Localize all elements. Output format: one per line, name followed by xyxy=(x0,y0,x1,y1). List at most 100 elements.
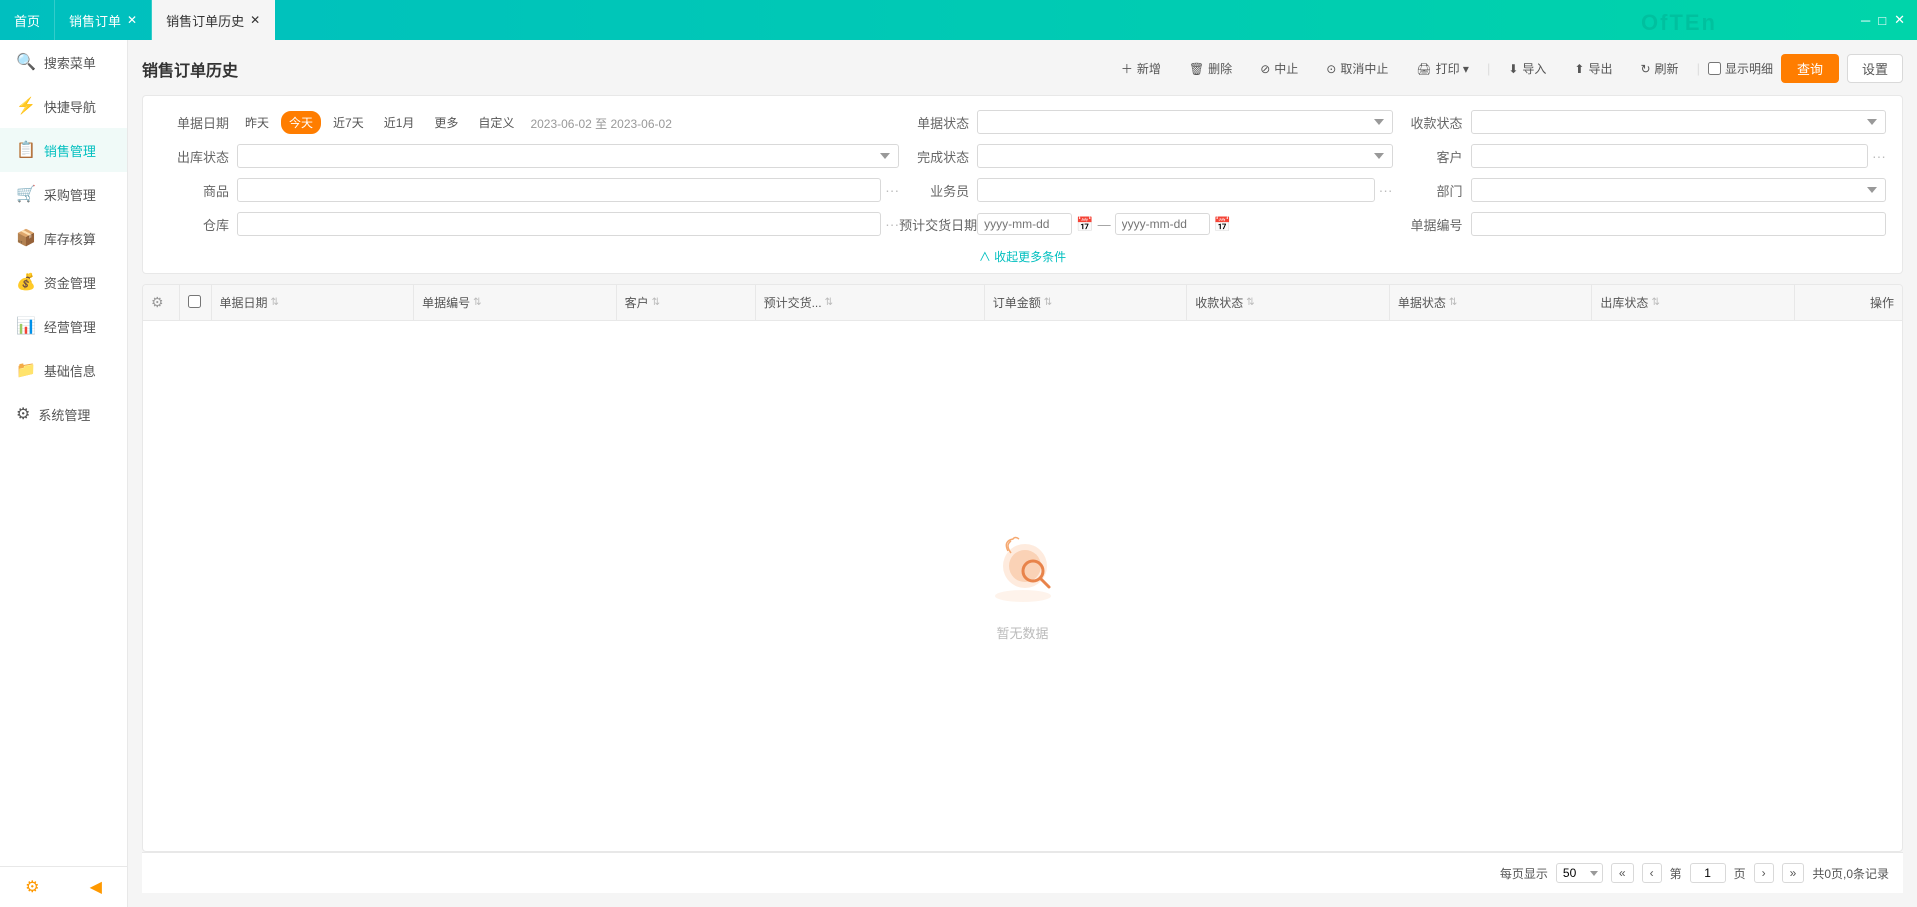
customer-input[interactable] xyxy=(1471,144,1868,168)
new-button[interactable]: ＋ 新增 xyxy=(1111,55,1171,82)
close-icon[interactable]: ✕ xyxy=(1894,12,1905,28)
display-detail-toggle[interactable]: 显示明细 xyxy=(1708,60,1773,77)
date-tab-1month[interactable]: 近1月 xyxy=(376,111,423,134)
print-icon: 🖨 xyxy=(1416,62,1431,76)
delivery-date-end-calendar-icon[interactable]: 📅 xyxy=(1214,216,1231,233)
goods-picker-icon[interactable]: ··· xyxy=(885,182,899,198)
th-customer[interactable]: 客户⇅ xyxy=(616,285,755,321)
import-button[interactable]: ⬇ 导入 xyxy=(1498,55,1556,82)
order-no-control xyxy=(1471,212,1886,236)
last-page-button[interactable]: » xyxy=(1782,863,1805,883)
operations-icon: 📊 xyxy=(16,316,36,336)
print-button[interactable]: 🖨 打印 ▾ xyxy=(1406,55,1479,82)
date-tab-today[interactable]: 今天 xyxy=(281,111,321,134)
delete-button[interactable]: 🗑 删除 xyxy=(1179,55,1242,82)
settings-bottom-icon[interactable]: ⚙ xyxy=(25,877,39,897)
query-button[interactable]: 查询 xyxy=(1781,54,1839,83)
sidebar-item-label: 资金管理 xyxy=(44,273,96,292)
date-tab-yesterday[interactable]: 昨天 xyxy=(237,111,277,134)
delivery-date-label: 预计交货日期 xyxy=(899,215,969,234)
th-order-no[interactable]: 单据编号⇅ xyxy=(414,285,617,321)
th-delivery-date[interactable]: 预计交货...⇅ xyxy=(755,285,984,321)
complete-status-select[interactable] xyxy=(977,144,1392,168)
tab-home[interactable]: 首页 xyxy=(0,0,55,40)
receipt-status-control xyxy=(1471,110,1886,134)
goods-input[interactable] xyxy=(237,178,881,202)
main-content: 销售订单历史 ＋ 新增 🗑 删除 ⊘ 中止 ⊙ 取消中止 xyxy=(128,40,1917,907)
receipt-status-label: 收款状态 xyxy=(1393,113,1463,132)
refresh-button[interactable]: ↻ 刷新 xyxy=(1630,55,1688,82)
th-date[interactable]: 单据日期⇅ xyxy=(211,285,414,321)
th-out-status[interactable]: 出库状态⇅ xyxy=(1592,285,1795,321)
delivery-date-start-input[interactable] xyxy=(977,213,1072,235)
display-detail-checkbox[interactable] xyxy=(1708,62,1721,75)
sidebar-item-label: 快捷导航 xyxy=(44,97,96,116)
warehouse-input[interactable] xyxy=(237,212,881,236)
maximize-icon[interactable]: □ xyxy=(1878,13,1886,28)
export-icon: ⬆ xyxy=(1574,62,1584,76)
settings-button[interactable]: 设置 xyxy=(1847,54,1903,83)
prev-page-button[interactable]: ‹ xyxy=(1642,863,1662,883)
data-table-wrap: ⚙ 单据日期⇅ 单据编号⇅ 客户⇅ xyxy=(142,284,1903,852)
order-status-select[interactable] xyxy=(977,110,1392,134)
next-page-button[interactable]: › xyxy=(1754,863,1774,883)
sales-rep-picker-icon[interactable]: ··· xyxy=(1379,182,1393,198)
order-status-control xyxy=(977,110,1392,134)
sidebar-item-label: 搜索菜单 xyxy=(44,53,96,72)
receipt-status-select[interactable] xyxy=(1471,110,1886,134)
th-order-status[interactable]: 单据状态⇅ xyxy=(1389,285,1592,321)
sidebar-item-finance[interactable]: 💰 资金管理 xyxy=(0,260,127,304)
date-tab-7days[interactable]: 近7天 xyxy=(325,111,372,134)
th-amount[interactable]: 订单金额⇅ xyxy=(984,285,1187,321)
sidebar-item-sales-mgmt[interactable]: 📋 销售管理 xyxy=(0,128,127,172)
collapse-sidebar-icon[interactable]: ◀ xyxy=(90,877,102,897)
sidebar-item-basic-info[interactable]: 📁 基础信息 xyxy=(0,348,127,392)
order-no-label: 单据编号 xyxy=(1393,215,1463,234)
collapse-filter-bar[interactable]: ∧ 收起更多条件 xyxy=(159,246,1886,265)
date-filter-control: 昨天 今天 近7天 近1月 更多 自定义 2023-06-02 至 2023-0… xyxy=(237,111,899,134)
warehouse-picker-icon[interactable]: ··· xyxy=(885,216,899,232)
export-label: 导出 xyxy=(1588,60,1612,77)
stop-button[interactable]: ⊘ 中止 xyxy=(1250,55,1308,82)
pagination: 每页显示 10 20 50 100 « ‹ 第 页 › » 共0页,0条记录 xyxy=(142,852,1903,893)
delivery-date-end-input[interactable] xyxy=(1115,213,1210,235)
order-no-input[interactable] xyxy=(1471,212,1886,236)
sidebar-item-operations[interactable]: 📊 经营管理 xyxy=(0,304,127,348)
page-size-select[interactable]: 10 20 50 100 xyxy=(1556,863,1603,883)
customer-picker-icon[interactable]: ··· xyxy=(1872,148,1886,164)
filter-row-1: 单据日期 昨天 今天 近7天 近1月 更多 自定义 2023-06-02 至 2… xyxy=(159,110,1886,134)
delivery-date-control: 📅 — 📅 xyxy=(977,213,1392,235)
table-header: ⚙ 单据日期⇅ 单据编号⇅ 客户⇅ xyxy=(143,285,1902,321)
date-tab-more[interactable]: 更多 xyxy=(426,111,466,134)
sidebar-item-system-mgmt[interactable]: ⚙ 系统管理 xyxy=(0,392,127,436)
sidebar-item-quick-nav[interactable]: ⚡ 快捷导航 xyxy=(0,84,127,128)
sidebar-item-inventory[interactable]: 📦 库存核算 xyxy=(0,216,127,260)
empty-text: 暂无数据 xyxy=(996,623,1048,642)
warehouse-control: ··· xyxy=(237,212,899,236)
tab-sales-order-history[interactable]: 销售订单历史 ✕ xyxy=(152,0,275,40)
customer-label: 客户 xyxy=(1393,147,1463,166)
date-filter-label: 单据日期 xyxy=(159,113,229,132)
page-number-input[interactable] xyxy=(1690,863,1726,883)
tab-close-sales-order-history[interactable]: ✕ xyxy=(250,13,260,27)
delete-label: 删除 xyxy=(1208,60,1232,77)
refresh-icon: ↻ xyxy=(1640,62,1650,76)
th-receipt-status[interactable]: 收款状态⇅ xyxy=(1187,285,1390,321)
sidebar-item-search-menu[interactable]: 🔍 搜索菜单 xyxy=(0,40,127,84)
cancel-stop-button[interactable]: ⊙ 取消中止 xyxy=(1316,55,1398,82)
date-tab-custom[interactable]: 自定义 xyxy=(470,111,522,134)
out-status-select[interactable] xyxy=(237,144,899,168)
delivery-date-start-calendar-icon[interactable]: 📅 xyxy=(1076,216,1093,233)
export-button[interactable]: ⬆ 导出 xyxy=(1564,55,1622,82)
divider-1: | xyxy=(1487,61,1490,76)
gear-icon[interactable]: ⚙ xyxy=(151,294,164,310)
select-all-checkbox[interactable] xyxy=(188,295,201,308)
minimize-icon[interactable]: ─ xyxy=(1861,13,1870,28)
sales-rep-input[interactable] xyxy=(977,178,1374,202)
dept-select[interactable] xyxy=(1471,178,1886,202)
tab-close-sales-order[interactable]: ✕ xyxy=(127,13,137,27)
sidebar-item-purchase-mgmt[interactable]: 🛒 采购管理 xyxy=(0,172,127,216)
first-page-button[interactable]: « xyxy=(1611,863,1634,883)
complete-status-control xyxy=(977,144,1392,168)
tab-sales-order[interactable]: 销售订单 ✕ xyxy=(55,0,152,40)
